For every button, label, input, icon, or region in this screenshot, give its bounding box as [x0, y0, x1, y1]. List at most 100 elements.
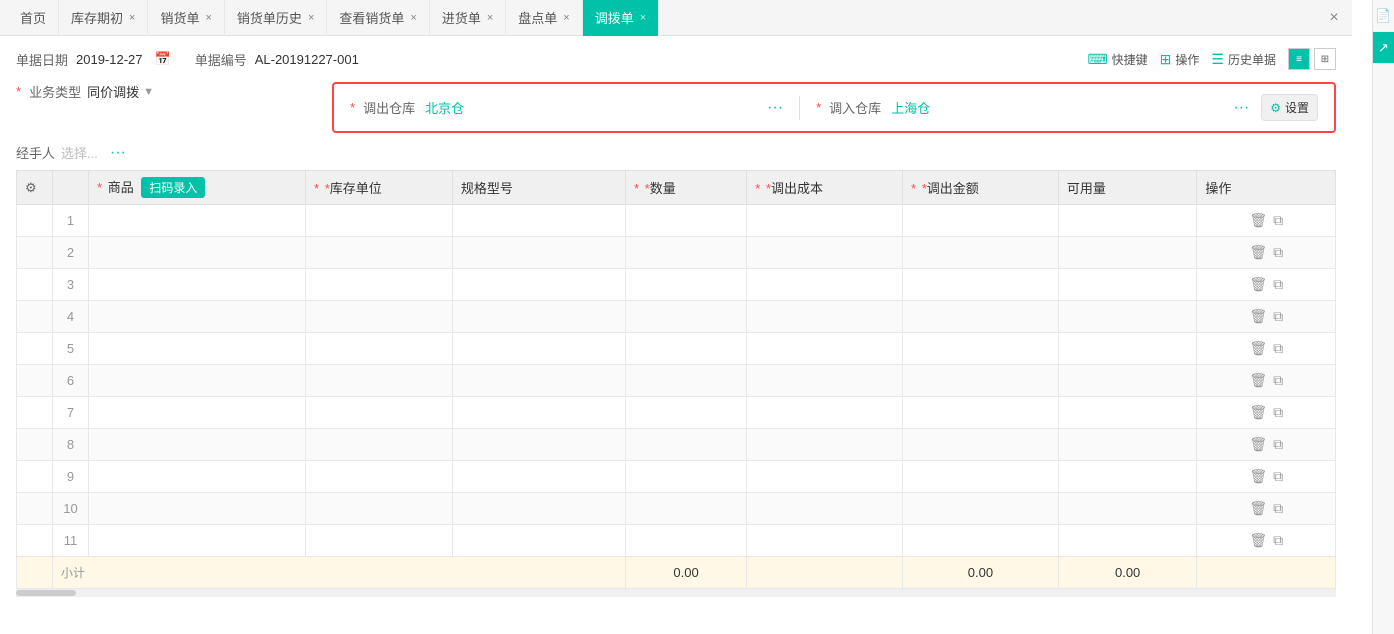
td-qty-7[interactable] [625, 397, 746, 429]
td-avail-7[interactable] [1058, 397, 1197, 429]
td-qty-5[interactable] [625, 333, 746, 365]
td-cost-1[interactable] [747, 205, 903, 237]
td-amount-5[interactable] [903, 333, 1059, 365]
td-spec-10[interactable] [452, 493, 625, 525]
operations-button[interactable]: ⊞ 操作 [1160, 51, 1200, 68]
handler-input[interactable]: 选择... [61, 143, 98, 162]
td-amount-7[interactable] [903, 397, 1059, 429]
td-spec-6[interactable] [452, 365, 625, 397]
td-cost-11[interactable] [747, 525, 903, 557]
copy-row-10-icon[interactable]: ⧉ [1273, 500, 1283, 517]
shortcuts-button[interactable]: ⌨ 快捷键 [1087, 51, 1147, 68]
td-unit-1[interactable] [306, 205, 453, 237]
td-product-1[interactable] [89, 205, 306, 237]
delete-row-9-icon[interactable]: 🗑 [1249, 468, 1267, 485]
tab-close-inventory-check[interactable]: × [563, 12, 569, 24]
td-amount-8[interactable] [903, 429, 1059, 461]
td-avail-1[interactable] [1058, 205, 1197, 237]
delete-row-11-icon[interactable]: 🗑 [1249, 532, 1267, 549]
td-product-11[interactable] [89, 525, 306, 557]
delete-row-7-icon[interactable]: 🗑 [1249, 404, 1267, 421]
td-qty-4[interactable] [625, 301, 746, 333]
delete-row-6-icon[interactable]: 🗑 [1249, 372, 1267, 389]
td-spec-4[interactable] [452, 301, 625, 333]
side-export-icon[interactable]: ↗ [1373, 32, 1394, 64]
copy-row-8-icon[interactable]: ⧉ [1273, 436, 1283, 453]
tab-close-inventory-init[interactable]: × [129, 12, 135, 24]
td-spec-5[interactable] [452, 333, 625, 365]
td-unit-2[interactable] [306, 237, 453, 269]
horizontal-scrollbar[interactable] [16, 589, 1336, 597]
warehouse-out-value[interactable]: 北京仓 [425, 98, 464, 117]
tab-inventory-init[interactable]: 库存期初 × [59, 0, 148, 36]
td-unit-8[interactable] [306, 429, 453, 461]
td-amount-11[interactable] [903, 525, 1059, 557]
tab-purchase-order[interactable]: 进货单 × [430, 0, 506, 36]
td-cost-10[interactable] [747, 493, 903, 525]
delete-row-3-icon[interactable]: 🗑 [1249, 276, 1267, 293]
td-avail-9[interactable] [1058, 461, 1197, 493]
close-all-tabs-button[interactable]: × [1324, 8, 1344, 28]
td-product-9[interactable] [89, 461, 306, 493]
delete-row-4-icon[interactable]: 🗑 [1249, 308, 1267, 325]
td-qty-11[interactable] [625, 525, 746, 557]
td-product-6[interactable] [89, 365, 306, 397]
td-avail-2[interactable] [1058, 237, 1197, 269]
scrollbar-thumb[interactable] [16, 590, 76, 596]
td-qty-9[interactable] [625, 461, 746, 493]
side-document-icon[interactable]: 📄 [1373, 0, 1394, 32]
td-unit-6[interactable] [306, 365, 453, 397]
td-unit-5[interactable] [306, 333, 453, 365]
td-unit-3[interactable] [306, 269, 453, 301]
tab-close-sales-order[interactable]: × [205, 12, 211, 24]
td-avail-6[interactable] [1058, 365, 1197, 397]
td-spec-1[interactable] [452, 205, 625, 237]
history-button[interactable]: ☰ 历史单据 [1211, 51, 1276, 68]
td-amount-10[interactable] [903, 493, 1059, 525]
td-amount-4[interactable] [903, 301, 1059, 333]
td-product-3[interactable] [89, 269, 306, 301]
td-product-5[interactable] [89, 333, 306, 365]
td-cost-3[interactable] [747, 269, 903, 301]
copy-row-5-icon[interactable]: ⧉ [1273, 340, 1283, 357]
td-spec-8[interactable] [452, 429, 625, 461]
td-qty-2[interactable] [625, 237, 746, 269]
td-spec-2[interactable] [452, 237, 625, 269]
delete-row-8-icon[interactable]: 🗑 [1249, 436, 1267, 453]
tab-close-view-sales[interactable]: × [410, 12, 416, 24]
calendar-icon[interactable]: 📅 [155, 51, 171, 67]
td-spec-11[interactable] [452, 525, 625, 557]
td-qty-3[interactable] [625, 269, 746, 301]
td-product-7[interactable] [89, 397, 306, 429]
td-amount-3[interactable] [903, 269, 1059, 301]
td-product-4[interactable] [89, 301, 306, 333]
td-amount-1[interactable] [903, 205, 1059, 237]
copy-row-1-icon[interactable]: ⧉ [1273, 212, 1283, 229]
delete-row-10-icon[interactable]: 🗑 [1249, 500, 1267, 517]
td-cost-9[interactable] [747, 461, 903, 493]
tab-close-purchase-order[interactable]: × [487, 12, 493, 24]
business-type-select[interactable]: 同价调拨 ▼ [87, 82, 154, 101]
td-cost-5[interactable] [747, 333, 903, 365]
scan-entry-button[interactable]: 扫码录入 [141, 177, 205, 198]
td-cost-7[interactable] [747, 397, 903, 429]
td-avail-10[interactable] [1058, 493, 1197, 525]
td-avail-4[interactable] [1058, 301, 1197, 333]
td-unit-7[interactable] [306, 397, 453, 429]
tab-home[interactable]: 首页 [8, 0, 59, 36]
td-avail-11[interactable] [1058, 525, 1197, 557]
td-cost-6[interactable] [747, 365, 903, 397]
td-unit-10[interactable] [306, 493, 453, 525]
tab-inventory-check[interactable]: 盘点单 × [506, 0, 582, 36]
delete-row-2-icon[interactable]: 🗑 [1249, 244, 1267, 261]
td-cost-8[interactable] [747, 429, 903, 461]
table-gear-icon[interactable]: ⚙ [25, 180, 37, 195]
copy-row-4-icon[interactable]: ⧉ [1273, 308, 1283, 325]
td-qty-8[interactable] [625, 429, 746, 461]
td-cost-2[interactable] [747, 237, 903, 269]
tab-close-sales-history[interactable]: × [308, 12, 314, 24]
td-avail-3[interactable] [1058, 269, 1197, 301]
td-unit-4[interactable] [306, 301, 453, 333]
td-qty-10[interactable] [625, 493, 746, 525]
tab-transfer-order[interactable]: 调拨单 × [583, 0, 659, 36]
